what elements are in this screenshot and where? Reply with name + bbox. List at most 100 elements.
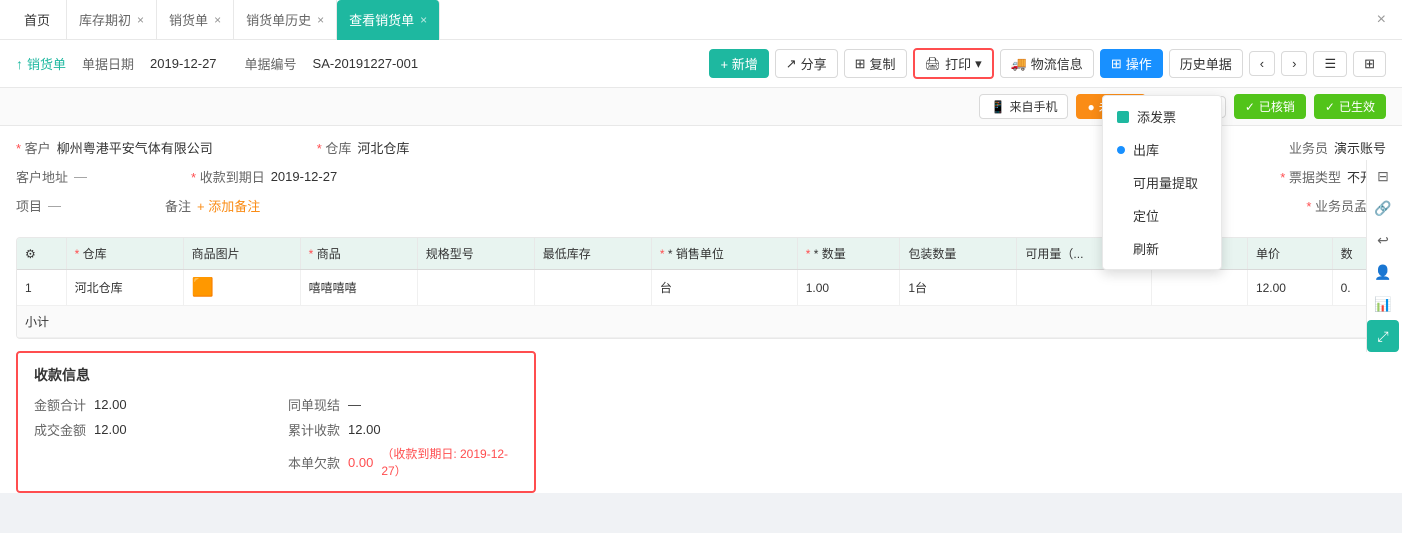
col-spec: 规格型号	[417, 238, 534, 270]
col-unit: * 销售单位	[651, 238, 797, 270]
total-amount-label: 金额合计	[34, 395, 86, 414]
logistics-button[interactable]: 🚚 物流信息	[1000, 49, 1094, 78]
customer-value: 柳州粤港平安气体有限公司	[57, 138, 213, 157]
sidebar-copy-icon[interactable]: ⊟	[1367, 160, 1399, 192]
warehouse-value: 河北仓库	[357, 138, 409, 157]
dropdown-locate[interactable]: 定位	[1103, 199, 1221, 232]
sidebar-user-icon[interactable]: 👤	[1367, 256, 1399, 288]
overdue-note: （收款到期日: 2019-12-27）	[381, 445, 518, 479]
sidebar-expand-icon[interactable]: ⤢	[1367, 320, 1399, 352]
sidebar-chart-icon[interactable]: 📊	[1367, 288, 1399, 320]
payment-section: 收款信息 金额合计 12.00 同单现结 — 成交金额 12.00 累计收款 1…	[16, 351, 536, 493]
dropdown-avail-qty[interactable]: 可用量提取	[1103, 166, 1221, 199]
total-amount-item: 金额合计 12.00	[34, 395, 264, 414]
view-list-button[interactable]: ☰	[1313, 51, 1347, 77]
col-price: 单价	[1247, 238, 1332, 270]
operations-dropdown: 添发票 出库 可用量提取 定位 刷新	[1102, 95, 1222, 270]
new-button[interactable]: + 新增	[709, 49, 768, 78]
row-current-qty	[1152, 270, 1247, 306]
sidebar-reply-icon[interactable]: ↩	[1367, 224, 1399, 256]
tab-sales-history[interactable]: 销货单历史 ×	[234, 0, 337, 40]
from-phone-button[interactable]: 📱 来自手机	[979, 94, 1068, 119]
view-grid-button[interactable]: ⊞	[1353, 51, 1386, 77]
tab-close-sales[interactable]: ×	[214, 13, 221, 27]
row-product: 嘻嘻嘻嘻	[300, 270, 417, 306]
row-spec	[417, 270, 534, 306]
operations-icon: ⊞	[1111, 56, 1122, 72]
sidebar-link-icon[interactable]: 🔗	[1367, 192, 1399, 224]
due-date-value: 2019-12-27	[271, 169, 338, 184]
overdue-label: 本单欠款	[288, 453, 340, 472]
same-order-item: 同单现结 —	[288, 395, 518, 414]
subtotal-row: 小计	[17, 306, 1385, 338]
product-image: 🟧	[192, 277, 214, 297]
nav-prev-button[interactable]: ‹	[1249, 51, 1275, 76]
dropdown-refresh[interactable]: 刷新	[1103, 232, 1221, 265]
already-voided-button[interactable]: ✓ 已核销	[1234, 94, 1306, 119]
payment-title: 收款信息	[34, 365, 518, 385]
col-product: 商品	[300, 238, 417, 270]
tab-sales[interactable]: 销货单 ×	[157, 0, 234, 40]
col-image: 商品图片	[183, 238, 300, 270]
row-unit: 台	[651, 270, 797, 306]
staff2-label: 业务员孟	[1306, 196, 1367, 215]
staff-value: 演示账号	[1334, 138, 1386, 157]
tab-close-inventory[interactable]: ×	[137, 13, 144, 27]
effective-icon: ✓	[1325, 100, 1335, 114]
col-quantity: * 数量	[797, 238, 900, 270]
overdue-item: 本单欠款 0.00 （收款到期日: 2019-12-27）	[288, 445, 518, 479]
row-warehouse: 河北仓库	[66, 270, 183, 306]
project-field: 项目 —	[16, 196, 61, 215]
doc-meta: 单据日期 2019-12-27 单据编号 SA-20191227-001	[82, 54, 418, 73]
tab-close-sales-history[interactable]: ×	[317, 13, 324, 27]
share-button[interactable]: ↗ 分享	[775, 49, 838, 78]
operations-button[interactable]: ⊞ 操作	[1100, 49, 1163, 78]
add-invoice-icon	[1117, 111, 1129, 123]
row-quantity: 1.00	[797, 270, 900, 306]
window-close-button[interactable]: ×	[1369, 11, 1394, 29]
cumulative-item: 累计收款 12.00	[288, 420, 518, 439]
dropdown-add-invoice[interactable]: 添发票	[1103, 100, 1221, 133]
warehouse-label: 仓库	[317, 138, 352, 157]
row-price: 12.00	[1247, 270, 1332, 306]
tab-view-sales[interactable]: 查看销货单 ×	[337, 0, 440, 40]
address-field: 客户地址 —	[16, 167, 87, 186]
cumulative-value: 12.00	[348, 422, 381, 437]
doc-actions: + 新增 ↗ 分享 ⊞ 复制 🖨 打印 ▾ 🚚 物流信息	[709, 48, 1386, 79]
customer-field: 客户 柳州粤港平安气体有限公司	[16, 138, 213, 157]
staff-field: 业务员 演示账号	[1289, 138, 1386, 157]
number-label: 单据编号	[245, 54, 297, 73]
total-amount-value: 12.00	[94, 397, 127, 412]
doc-header: ↑ 销货单 单据日期 2019-12-27 单据编号 SA-20191227-0…	[0, 40, 1402, 88]
col-settings[interactable]: ⚙	[17, 238, 66, 270]
note-label: 备注	[165, 196, 191, 215]
copy-button[interactable]: ⊞ 复制	[844, 49, 907, 78]
warehouse-field: 仓库 河北仓库	[317, 138, 410, 157]
doc-type-label: 销货单	[27, 54, 66, 73]
ticket-label: 票据类型	[1280, 167, 1341, 186]
dropdown-outbound[interactable]: 出库	[1103, 133, 1221, 166]
subtotal-label: 小计	[17, 306, 1385, 338]
tab-home[interactable]: 首页	[8, 0, 67, 40]
row-image: 🟧	[183, 270, 300, 306]
nav-next-button[interactable]: ›	[1281, 51, 1307, 76]
col-min-stock: 最低库存	[534, 238, 651, 270]
print-button[interactable]: 🖨 打印 ▾	[913, 48, 994, 79]
tab-inventory[interactable]: 库存期初 ×	[67, 0, 157, 40]
voided-icon: ✓	[1245, 100, 1255, 114]
number-value: SA-20191227-001	[313, 56, 419, 71]
add-note-button[interactable]: + 添加备注	[197, 196, 260, 215]
row-index: 1	[17, 270, 66, 306]
history-button[interactable]: 历史单据	[1169, 49, 1243, 78]
overdue-value: 0.00	[348, 455, 373, 470]
cumulative-label: 累计收款	[288, 420, 340, 439]
already-effective-button[interactable]: ✓ 已生效	[1314, 94, 1386, 119]
transaction-label: 成交金额	[34, 420, 86, 439]
transaction-item: 成交金额 12.00	[34, 420, 264, 439]
date-label: 单据日期	[82, 54, 134, 73]
staff-label: 业务员	[1289, 138, 1328, 157]
print-icon: 🖨	[925, 56, 942, 72]
sales-order-icon: ↑	[16, 56, 23, 72]
logistics-icon: 🚚	[1011, 56, 1027, 72]
tab-close-view-sales[interactable]: ×	[420, 13, 427, 27]
